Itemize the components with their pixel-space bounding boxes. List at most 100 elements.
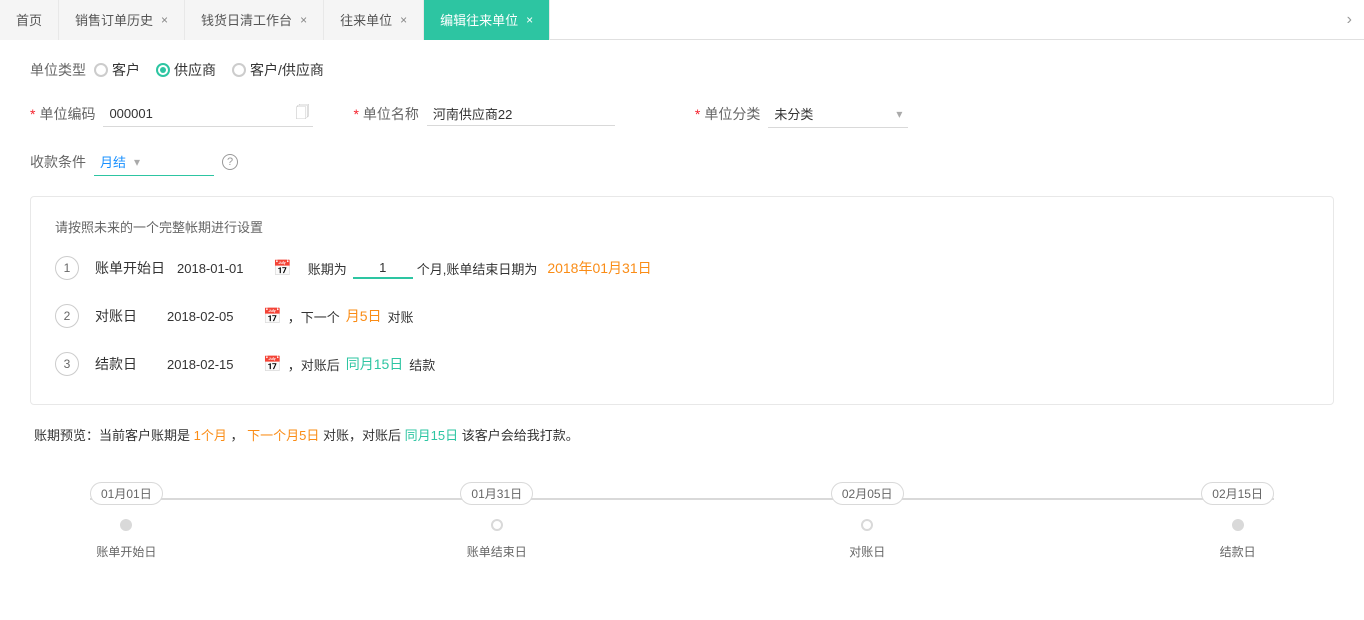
preview-prefix: 账期预览：当前客户账期是: [34, 428, 190, 443]
timeline-node-2: 01月31日 账单结束日: [460, 488, 533, 560]
row-num-3: 3: [55, 352, 79, 376]
tab-sales-history-close[interactable]: ×: [161, 13, 168, 27]
date-input-2: 2018-02-05 📅: [167, 307, 282, 325]
unit-type-radio-group: 客户 供应商 客户/供应商: [94, 60, 324, 80]
node-dot-4: [1232, 519, 1244, 531]
node-badge-4: 02月15日: [1201, 482, 1274, 505]
unit-name-input[interactable]: [427, 102, 615, 126]
tab-sales-history[interactable]: 销售订单历史 ×: [59, 0, 185, 40]
radio-supplier[interactable]: 供应商: [156, 60, 216, 80]
settings-title: 请按照未来的一个完整帐期进行设置: [55, 217, 1309, 236]
date-text-1: 2018-01-01: [177, 261, 267, 276]
unit-code-star: *: [30, 106, 35, 122]
unit-category-select[interactable]: 未分类 ▾: [768, 100, 908, 128]
node-badge-3: 02月05日: [831, 482, 904, 505]
unit-code-input-wrap: 🗍: [103, 102, 313, 127]
cal-icon-2[interactable]: 📅: [263, 307, 282, 325]
unit-category-label: 单位分类: [704, 104, 760, 124]
payment-conditions-value: 月结: [100, 152, 126, 171]
tab-more-button[interactable]: ›: [1335, 11, 1364, 29]
radio-customer-supplier-circle: [232, 63, 246, 77]
period-prefix: 账期为: [308, 259, 347, 278]
tab-contacts-label: 往来单位: [340, 10, 392, 29]
row-num-2: 2: [55, 304, 79, 328]
timeline-nodes: 01月01日 账单开始日 01月31日 账单结束日 02月05日 对账日: [90, 488, 1274, 560]
row-num-1: 1: [55, 256, 79, 280]
timeline-node-4: 02月15日 结款日: [1201, 488, 1274, 560]
tab-contacts-close[interactable]: ×: [400, 13, 407, 27]
radio-customer-label: 客户: [112, 60, 140, 80]
preview-part2: 下一个月5日: [247, 428, 319, 443]
tab-home-label: 首页: [16, 10, 42, 29]
unit-name-star: *: [353, 106, 358, 122]
unit-type-item: 单位类型 客户 供应商 客户/供应商: [30, 60, 324, 80]
preview-sep2: 对账，对账后: [323, 428, 405, 443]
settings-row-3: 3 结款日 2018-02-15 📅 ，对账后 同月15日 结款: [55, 352, 1309, 376]
row-label-1: 账单开始日: [95, 258, 165, 278]
unit-category-item: * 单位分类 未分类 ▾: [695, 100, 908, 128]
row-label-3: 结款日: [95, 354, 155, 374]
radio-customer-supplier[interactable]: 客户/供应商: [232, 60, 324, 80]
node-label-3: 对账日: [849, 543, 885, 560]
period-input[interactable]: [353, 258, 413, 279]
payment-conditions-select[interactable]: 月结 ▾: [94, 148, 214, 176]
preview-suffix: 该客户会给我打款。: [462, 428, 579, 443]
tab-edit-contact-close[interactable]: ×: [526, 13, 533, 27]
unit-code-item: * 单位编码 🗍: [30, 102, 313, 127]
settings-row-1: 1 账单开始日 2018-01-01 📅 账期为 个月,账单结束日期为 2018…: [55, 256, 1309, 280]
main-content: 单位类型 客户 供应商 客户/供应商 * 单位编码: [0, 40, 1364, 620]
payment-conditions-arrow: ▾: [134, 155, 140, 169]
payment-conditions-label: 收款条件: [30, 152, 86, 172]
unit-code-icon[interactable]: 🗍: [291, 102, 313, 126]
tab-contacts[interactable]: 往来单位 ×: [324, 0, 424, 40]
node-label-2: 账单结束日: [467, 543, 527, 560]
timeline-node-3: 02月05日 对账日: [831, 488, 904, 560]
preview-text: 账期预览：当前客户账期是 1个月 ， 下一个月5日 对账，对账后 同月15日 该…: [30, 425, 1334, 444]
unit-name-item: * 单位名称: [353, 102, 614, 126]
tab-bar: 首页 销售订单历史 × 钱货日清工作台 × 往来单位 × 编辑往来单位 × ›: [0, 0, 1364, 40]
tab-cashflow-close[interactable]: ×: [300, 13, 307, 27]
settings-box: 请按照未来的一个完整帐期进行设置 1 账单开始日 2018-01-01 📅 账期…: [30, 196, 1334, 405]
node-date-1: 01月01日: [101, 487, 152, 501]
unit-info-row: * 单位编码 🗍 * 单位名称 * 单位分类 未分类 ▾: [30, 100, 1334, 128]
unit-code-label: 单位编码: [39, 104, 95, 124]
tab-edit-contact-label: 编辑往来单位: [440, 10, 518, 29]
radio-customer-supplier-label: 客户/供应商: [250, 60, 324, 80]
unit-type-row: 单位类型 客户 供应商 客户/供应商: [30, 60, 1334, 80]
radio-supplier-label: 供应商: [174, 60, 216, 80]
unit-type-label: 单位类型: [30, 60, 86, 80]
preview-part3: 同月15日: [405, 428, 458, 443]
date-text-2: 2018-02-05: [167, 309, 257, 324]
tab-cashflow[interactable]: 钱货日清工作台 ×: [185, 0, 324, 40]
row3-highlight: 同月15日: [346, 354, 404, 374]
node-date-4: 02月15日: [1212, 487, 1263, 501]
row2-prefix: ，下一个: [288, 307, 340, 326]
row2-highlight: 月5日: [346, 306, 382, 326]
date-input-1: 2018-01-01 📅: [177, 259, 292, 277]
radio-customer-circle: [94, 63, 108, 77]
settings-row-2: 2 对账日 2018-02-05 📅 ，下一个 月5日 对账: [55, 304, 1309, 328]
node-dot-1: [120, 519, 132, 531]
radio-customer[interactable]: 客户: [94, 60, 140, 80]
unit-code-input[interactable]: [103, 102, 291, 125]
tab-edit-contact[interactable]: 编辑往来单位 ×: [424, 0, 550, 40]
cal-icon-1[interactable]: 📅: [273, 259, 292, 277]
node-label-1: 账单开始日: [96, 543, 156, 560]
preview-sep1: ，: [231, 428, 244, 443]
node-label-4: 结款日: [1220, 543, 1256, 560]
cal-icon-3[interactable]: 📅: [263, 355, 282, 373]
row-label-2: 对账日: [95, 306, 155, 326]
unit-name-label: 单位名称: [363, 104, 419, 124]
node-badge-1: 01月01日: [90, 482, 163, 505]
tab-sales-history-label: 销售订单历史: [75, 10, 153, 29]
period-unit-text: 个月,账单结束日期为: [417, 259, 538, 278]
timeline-wrap: 01月01日 账单开始日 01月31日 账单结束日 02月05日 对账日: [30, 468, 1334, 600]
payment-conditions-row: 收款条件 月结 ▾ ?: [30, 148, 1334, 176]
tab-home[interactable]: 首页: [0, 0, 59, 40]
node-date-2: 01月31日: [471, 487, 522, 501]
node-dot-3: [861, 519, 873, 531]
timeline-node-1: 01月01日 账单开始日: [90, 488, 163, 560]
date-input-3: 2018-02-15 📅: [167, 355, 282, 373]
row3-prefix: ，对账后: [288, 355, 340, 374]
payment-help-icon[interactable]: ?: [222, 154, 238, 170]
